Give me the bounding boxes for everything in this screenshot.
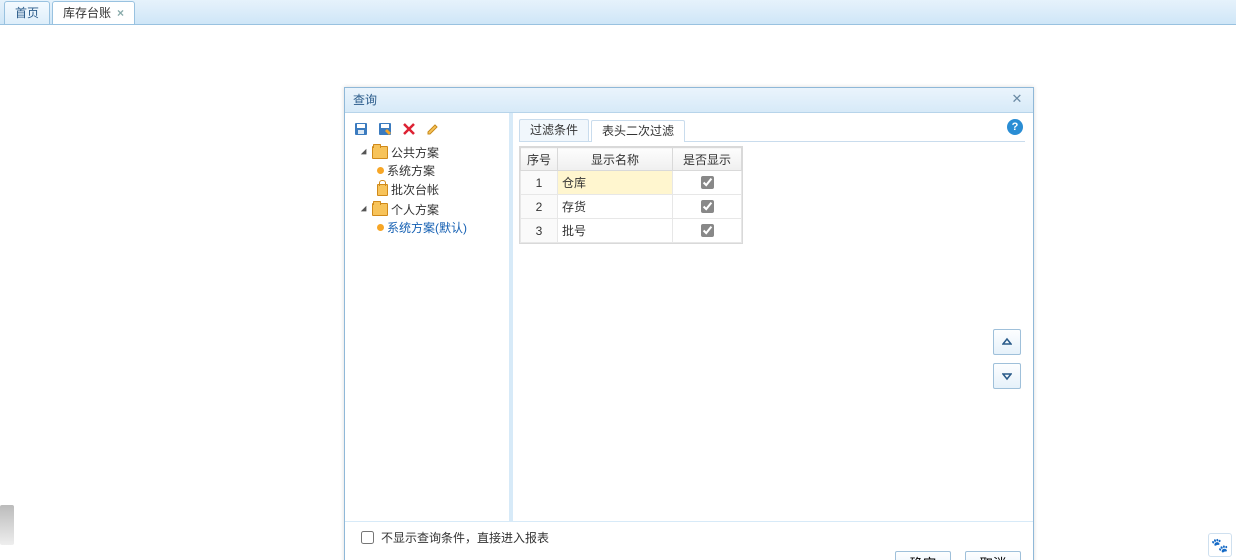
bullet-icon — [377, 167, 384, 174]
scheme-tree: 公共方案 系统方案 批次台帐 个人方案 系统方案(默认) — [349, 143, 505, 238]
cell-name: 存货 — [558, 195, 673, 219]
tab-inventory-ledger[interactable]: 库存台账 × — [52, 1, 135, 24]
cancel-button[interactable]: 取消 — [965, 551, 1021, 560]
dialog-title: 查询 — [353, 88, 377, 112]
grid-row[interactable]: 3 批号 — [521, 219, 742, 243]
show-checkbox[interactable] — [701, 224, 714, 237]
save-as-icon[interactable] — [377, 121, 393, 137]
page-area: 查询 ✕ 公共方案 系统方案 — [0, 25, 1236, 560]
tree-node-system-default[interactable]: 系统方案(默认) — [377, 219, 505, 236]
cell-show — [673, 195, 742, 219]
subtab-strip: 过滤条件 表头二次过滤 — [519, 119, 1025, 142]
reorder-buttons — [993, 329, 1021, 389]
show-checkbox[interactable] — [701, 176, 714, 189]
col-seq[interactable]: 序号 — [521, 148, 558, 171]
tree-label: 个人方案 — [391, 201, 439, 218]
cell-show — [673, 171, 742, 195]
tab-home[interactable]: 首页 — [4, 1, 50, 24]
move-up-button[interactable] — [993, 329, 1021, 355]
dialog-titlebar: 查询 ✕ — [345, 88, 1033, 113]
cell-seq: 2 — [521, 195, 558, 219]
skip-query-checkbox[interactable] — [361, 531, 374, 544]
grid-row[interactable]: 2 存货 — [521, 195, 742, 219]
expand-icon — [361, 205, 369, 213]
ok-button[interactable]: 确定 — [895, 551, 951, 560]
dialog-body: 公共方案 系统方案 批次台帐 个人方案 系统方案(默认) — [345, 113, 1033, 521]
lock-icon — [377, 184, 388, 196]
folder-icon — [372, 146, 388, 159]
skip-query-label: 不显示查询条件，直接进入报表 — [381, 529, 549, 546]
right-panel: ? 过滤条件 表头二次过滤 序号 显示名称 是否显示 — [513, 113, 1033, 521]
query-dialog: 查询 ✕ 公共方案 系统方案 — [344, 87, 1034, 560]
save-icon[interactable] — [353, 121, 369, 137]
tree-label: 公共方案 — [391, 144, 439, 161]
main-tabstrip: 首页 库存台账 × — [0, 0, 1236, 25]
dialog-buttons: 确定 取消 — [357, 551, 1021, 560]
tree-label: 系统方案(默认) — [387, 219, 467, 236]
close-icon[interactable]: × — [117, 6, 124, 20]
bullet-icon — [377, 224, 384, 231]
skip-query-row[interactable]: 不显示查询条件，直接进入报表 — [357, 528, 1021, 547]
expand-icon — [361, 148, 369, 156]
cell-name: 批号 — [558, 219, 673, 243]
edit-icon[interactable] — [425, 121, 441, 137]
show-checkbox[interactable] — [701, 200, 714, 213]
dialog-footer: 不显示查询条件，直接进入报表 确定 取消 — [345, 521, 1033, 560]
tree-node-batch[interactable]: 批次台帐 — [377, 181, 505, 198]
tree-panel: 公共方案 系统方案 批次台帐 个人方案 系统方案(默认) — [345, 113, 513, 521]
col-name[interactable]: 显示名称 — [558, 148, 673, 171]
tab-label: 库存台账 — [63, 6, 111, 20]
folder-icon — [372, 203, 388, 216]
tree-toolbar — [349, 119, 505, 143]
help-icon[interactable]: ? — [1007, 119, 1023, 135]
left-shadow — [0, 505, 14, 545]
tree-label: 批次台帐 — [391, 181, 439, 198]
display-grid: 序号 显示名称 是否显示 1 仓库 — [519, 146, 743, 244]
cell-name: 仓库 — [558, 171, 673, 195]
assistant-paw-icon[interactable]: 🐾 — [1208, 533, 1232, 557]
tree-label: 系统方案 — [387, 162, 435, 179]
delete-icon[interactable] — [401, 121, 417, 137]
grid-row[interactable]: 1 仓库 — [521, 171, 742, 195]
tree-node-public[interactable]: 公共方案 — [363, 144, 505, 161]
cell-seq: 3 — [521, 219, 558, 243]
tree-node-system[interactable]: 系统方案 — [377, 162, 505, 179]
subtab-filter[interactable]: 过滤条件 — [519, 119, 589, 141]
tab-label: 首页 — [15, 6, 39, 20]
dialog-close-button[interactable]: ✕ — [1009, 92, 1025, 108]
subtab-header-filter[interactable]: 表头二次过滤 — [591, 120, 685, 142]
move-down-button[interactable] — [993, 363, 1021, 389]
col-show[interactable]: 是否显示 — [673, 148, 742, 171]
cell-show — [673, 219, 742, 243]
tree-node-private[interactable]: 个人方案 — [363, 201, 505, 218]
cell-seq: 1 — [521, 171, 558, 195]
